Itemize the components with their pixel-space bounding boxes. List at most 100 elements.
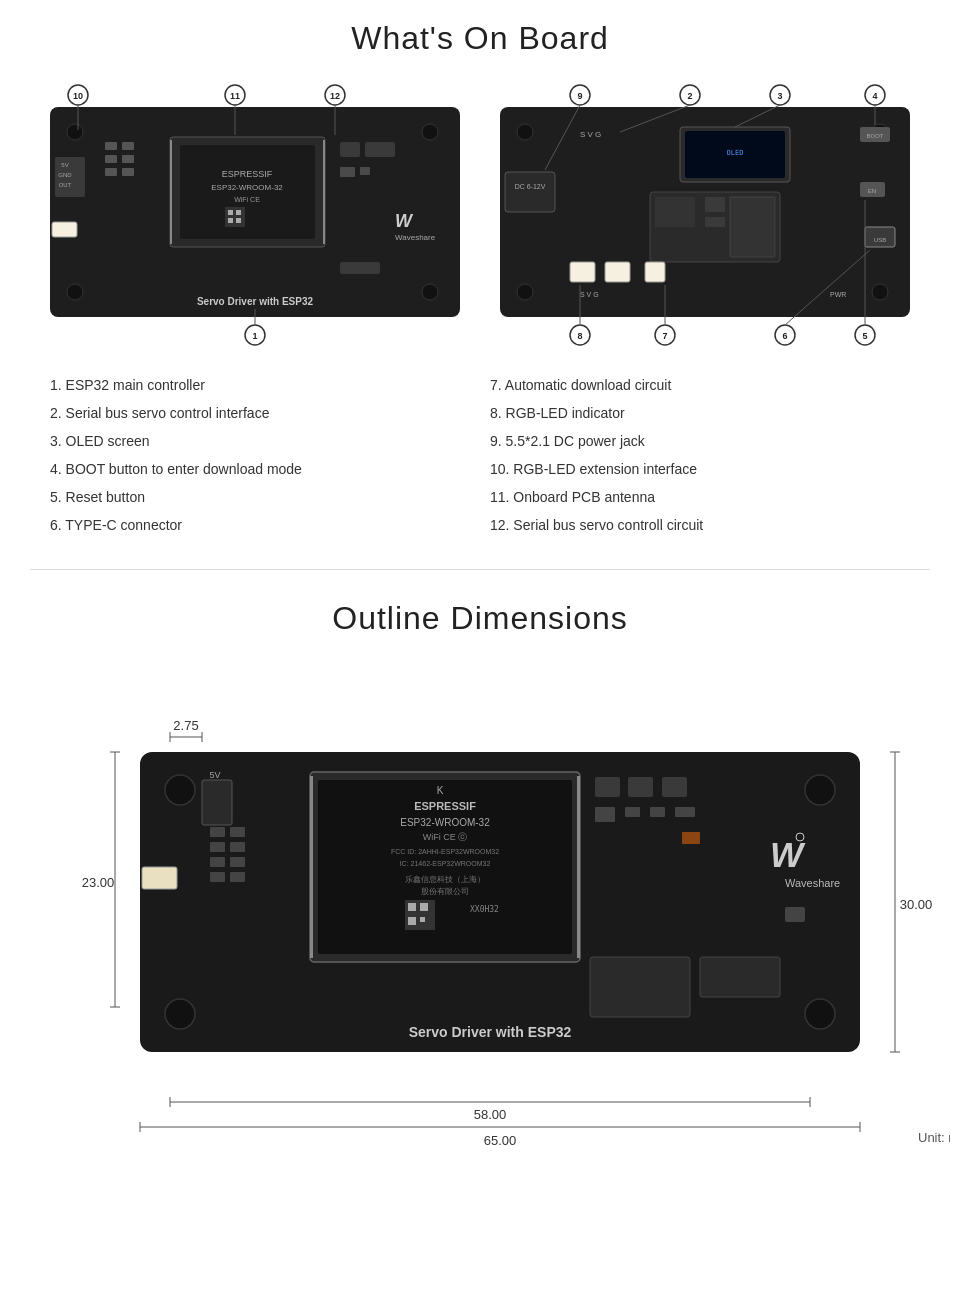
- svg-rect-168: [590, 957, 690, 1017]
- svg-point-52: [872, 284, 888, 300]
- svg-text:11: 11: [230, 91, 240, 101]
- svg-text:5: 5: [862, 331, 867, 341]
- svg-text:IC: 21462-ESP32WROOM32: IC: 21462-ESP32WROOM32: [400, 860, 491, 867]
- svg-rect-35: [340, 262, 380, 274]
- svg-rect-26: [105, 168, 117, 176]
- svg-rect-60: [655, 197, 695, 227]
- svg-rect-14: [236, 218, 241, 223]
- svg-rect-73: [645, 262, 665, 282]
- component-7: 7. Automatic download circuit: [490, 371, 910, 399]
- component-4: 4. BOOT button to enter download mode: [50, 455, 470, 483]
- svg-text:S  V  G: S V G: [580, 130, 601, 139]
- whats-on-board-section: What's On Board ESPRESSIF ESP32-WRO: [30, 20, 930, 539]
- svg-text:ESPRESSIF: ESPRESSIF: [222, 169, 273, 179]
- svg-rect-23: [122, 142, 134, 150]
- svg-rect-11: [228, 210, 233, 215]
- svg-rect-131: [230, 827, 245, 837]
- svg-text:GND: GND: [58, 172, 72, 178]
- svg-rect-61: [705, 197, 725, 212]
- outline-dimensions-title: Outline Dimensions: [30, 600, 930, 637]
- front-pcb-wrapper: ESPRESSIF ESP32-WROOM-32 WiFi CE 5V GND: [40, 77, 470, 351]
- svg-rect-163: [682, 832, 700, 844]
- svg-rect-53: [505, 172, 555, 212]
- svg-rect-159: [595, 807, 615, 822]
- svg-rect-22: [105, 142, 117, 150]
- svg-rect-34: [360, 167, 370, 175]
- dimensions-diagram: 2.75 23.00 30.00 58.00: [50, 672, 950, 1152]
- section-divider: [30, 569, 930, 570]
- svg-rect-133: [230, 842, 245, 852]
- svg-rect-137: [230, 872, 245, 882]
- svg-text:65.00: 65.00: [484, 1133, 517, 1148]
- svg-point-1: [67, 124, 83, 140]
- outline-dimensions-section: Outline Dimensions 2.75 23.00 30.00: [30, 600, 930, 1192]
- svg-text:BOOT: BOOT: [866, 133, 883, 139]
- svg-text:2.75: 2.75: [173, 718, 198, 733]
- svg-text:Servo Driver with ESP32: Servo Driver with ESP32: [197, 296, 314, 307]
- svg-rect-63: [730, 197, 775, 257]
- svg-text:乐鑫信息科技（上海）: 乐鑫信息科技（上海）: [405, 875, 485, 884]
- svg-text:10: 10: [73, 91, 83, 101]
- svg-rect-134: [210, 857, 225, 867]
- svg-text:ESP32-WROOM-32: ESP32-WROOM-32: [211, 183, 283, 192]
- svg-rect-25: [122, 155, 134, 163]
- component-10: 10. RGB-LED extension interface: [490, 455, 910, 483]
- svg-rect-24: [105, 155, 117, 163]
- svg-text:ESP32-WROOM-32: ESP32-WROOM-32: [400, 817, 490, 828]
- whats-on-board-title: What's On Board: [30, 20, 930, 57]
- svg-point-2: [422, 124, 438, 140]
- back-pcb-svg: DC 6-12V S V G OLED: [490, 77, 920, 347]
- svg-text:WiFi CE ⓒ: WiFi CE ⓒ: [423, 832, 468, 842]
- components-col-right: 7. Automatic download circuit 8. RGB-LED…: [480, 371, 920, 539]
- svg-rect-21: [52, 222, 77, 237]
- svg-text:XX0H32: XX0H32: [470, 905, 499, 914]
- svg-rect-160: [625, 807, 640, 817]
- svg-text:W: W: [395, 211, 414, 231]
- svg-rect-15: [170, 140, 172, 244]
- svg-text:3: 3: [777, 91, 782, 101]
- component-6: 6. TYPE-C connector: [50, 511, 470, 539]
- svg-rect-27: [122, 168, 134, 176]
- svg-point-124: [805, 999, 835, 1029]
- svg-rect-130: [210, 827, 225, 837]
- svg-rect-72: [605, 262, 630, 282]
- svg-rect-62: [705, 217, 725, 227]
- components-col-left: 1. ESP32 main controller 2. Serial bus s…: [40, 371, 480, 539]
- svg-rect-157: [628, 777, 653, 797]
- component-5: 5. Reset button: [50, 483, 470, 511]
- svg-text:ESPRESSIF: ESPRESSIF: [414, 800, 476, 812]
- svg-text:DC 6-12V: DC 6-12V: [515, 183, 546, 190]
- svg-text:WiFi CE: WiFi CE: [234, 196, 260, 203]
- svg-rect-13: [228, 218, 233, 223]
- svg-point-123: [165, 999, 195, 1029]
- component-1: 1. ESP32 main controller: [50, 371, 470, 399]
- component-8: 8. RGB-LED indicator: [490, 399, 910, 427]
- component-9: 9. 5.5*2.1 DC power jack: [490, 427, 910, 455]
- outline-section: 2.75 23.00 30.00 58.00: [30, 662, 930, 1192]
- svg-rect-167: [785, 907, 805, 922]
- svg-text:8: 8: [577, 331, 582, 341]
- svg-text:Waveshare: Waveshare: [785, 877, 840, 889]
- svg-text:30.00: 30.00: [900, 897, 933, 912]
- svg-text:Waveshare: Waveshare: [395, 233, 436, 242]
- svg-rect-32: [365, 142, 395, 157]
- svg-text:OUT: OUT: [59, 182, 72, 188]
- svg-text:PWR: PWR: [830, 291, 846, 298]
- svg-rect-152: [420, 903, 428, 911]
- svg-rect-132: [210, 842, 225, 852]
- svg-text:1: 1: [252, 331, 257, 341]
- svg-text:Unit: mm: Unit: mm: [918, 1130, 950, 1145]
- component-2: 2. Serial bus servo control interface: [50, 399, 470, 427]
- svg-text:K: K: [437, 785, 444, 796]
- back-pcb-wrapper: DC 6-12V S V G OLED: [490, 77, 920, 351]
- components-list: 1. ESP32 main controller 2. Serial bus s…: [30, 371, 930, 539]
- svg-text:58.00: 58.00: [474, 1107, 507, 1122]
- svg-text:9: 9: [577, 91, 582, 101]
- svg-rect-154: [420, 917, 425, 922]
- svg-text:6: 6: [782, 331, 787, 341]
- svg-point-4: [422, 284, 438, 300]
- svg-rect-16: [323, 140, 325, 244]
- svg-rect-6: [180, 145, 315, 239]
- svg-rect-12: [236, 210, 241, 215]
- svg-point-49: [517, 124, 533, 140]
